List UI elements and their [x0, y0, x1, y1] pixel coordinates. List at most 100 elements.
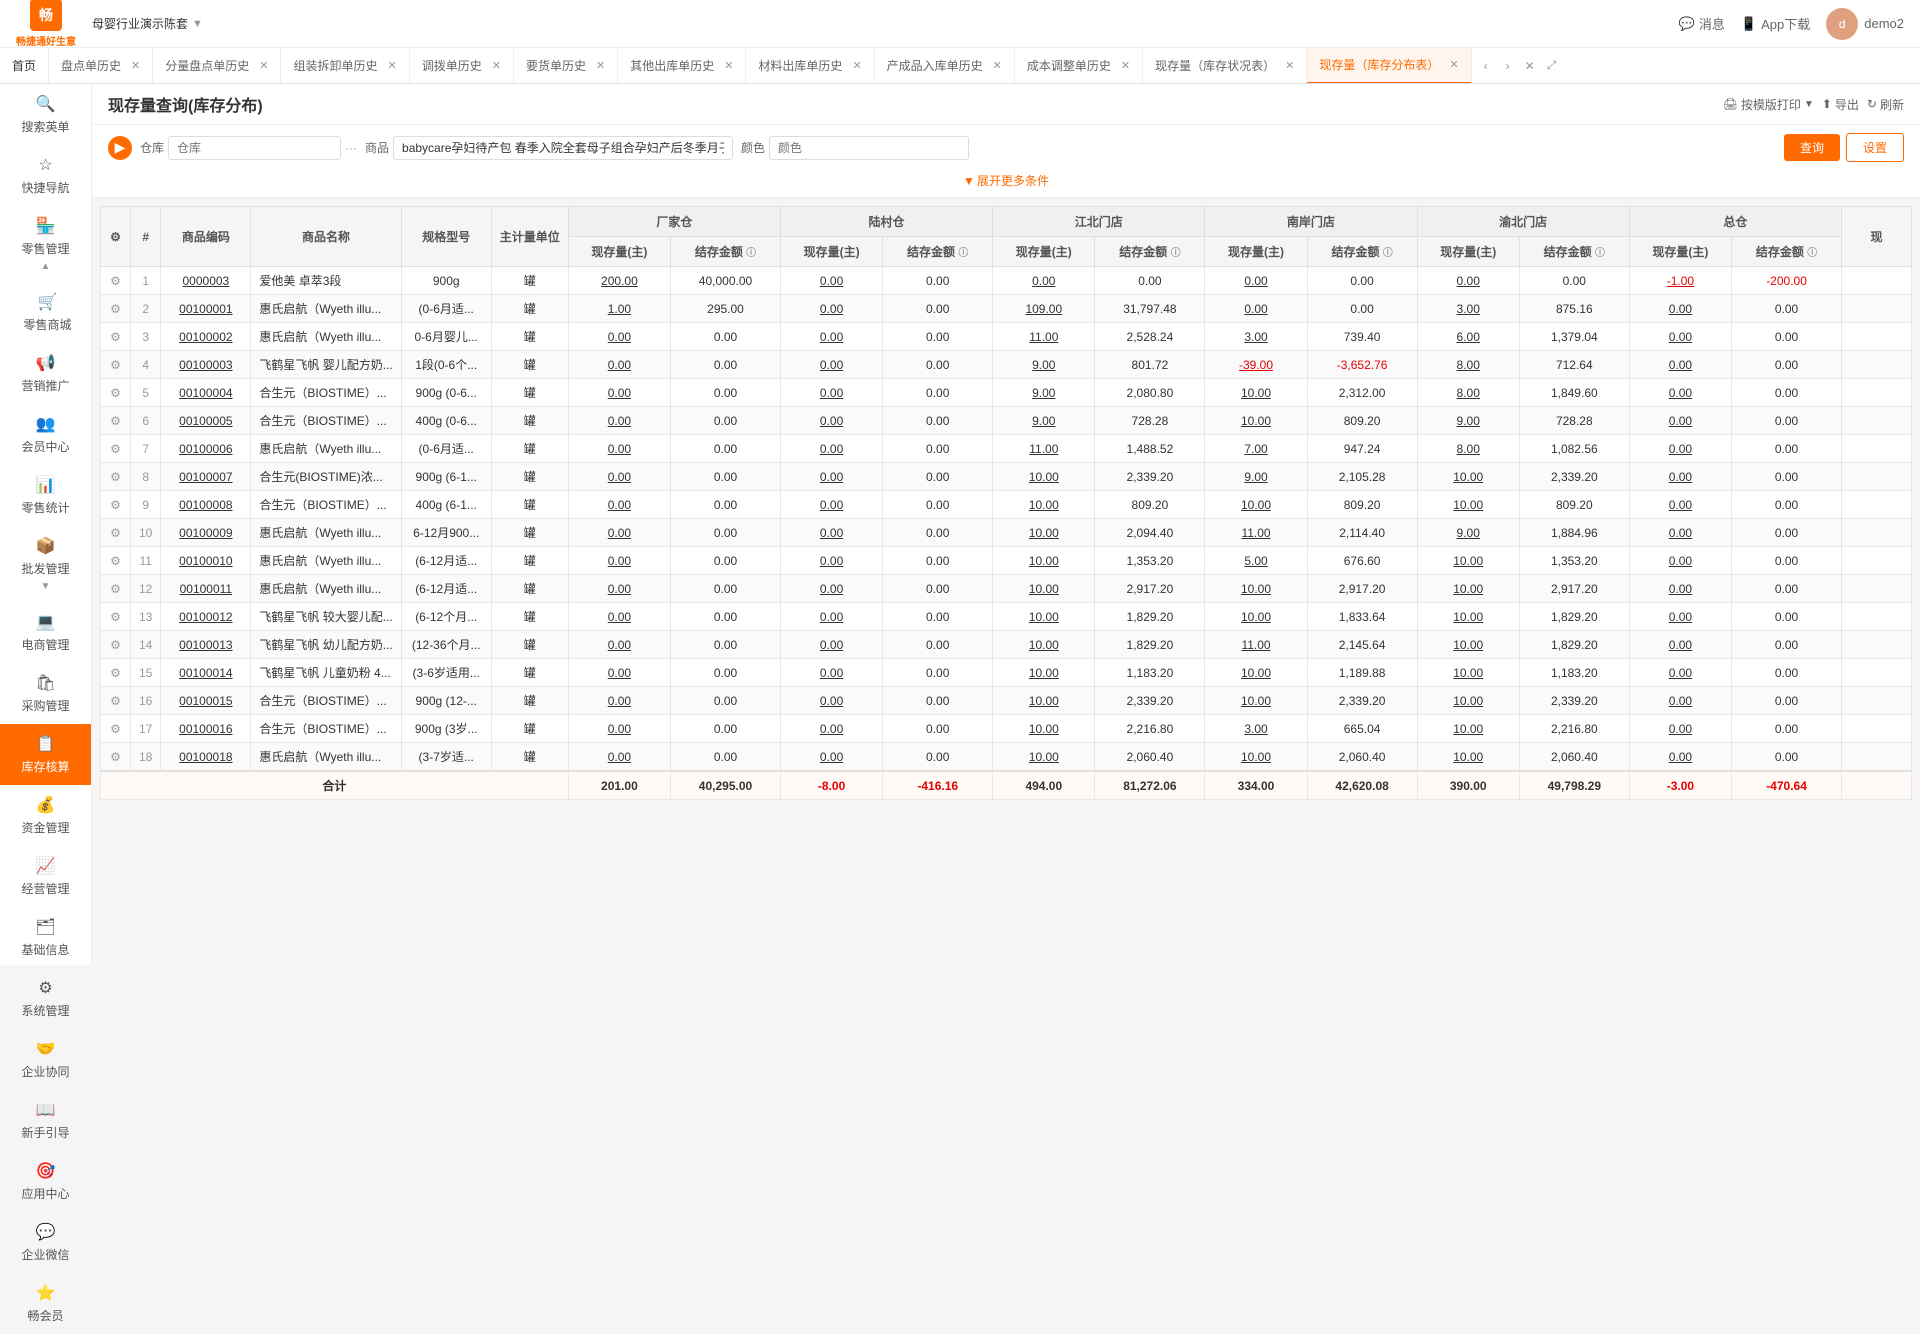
row-yubei-stock[interactable]: 10.00 — [1417, 659, 1519, 687]
close-chengbendan[interactable]: ✕ — [1121, 59, 1130, 72]
row-nangang-stock[interactable]: 10.00 — [1205, 687, 1307, 715]
row-luoshan-stock[interactable]: 0.00 — [780, 435, 882, 463]
row-yubei-stock[interactable]: 6.00 — [1417, 323, 1519, 351]
user-area[interactable]: d demo2 — [1826, 8, 1904, 40]
close-yaohuo[interactable]: ✕ — [596, 59, 605, 72]
row-total-stock[interactable]: 0.00 — [1629, 687, 1731, 715]
row-settings[interactable]: ⚙ — [101, 295, 131, 323]
row-luoshan-stock[interactable]: 0.00 — [780, 351, 882, 379]
row-jiangbei-stock[interactable]: 109.00 — [993, 295, 1095, 323]
row-factory-stock[interactable]: 200.00 — [568, 267, 670, 295]
row-settings[interactable]: ⚙ — [101, 687, 131, 715]
refresh-action[interactable]: ↻ 刷新 — [1867, 96, 1904, 113]
close-zuchaizhejie[interactable]: ✕ — [388, 59, 397, 72]
row-factory-stock[interactable]: 0.00 — [568, 379, 670, 407]
row-jiangbei-stock[interactable]: 9.00 — [993, 351, 1095, 379]
tab-kucunzhuangtai[interactable]: 现存量（库存状况表） ✕ — [1143, 48, 1307, 84]
close-kucunfenbu[interactable]: ✕ — [1449, 58, 1458, 71]
row-total-stock[interactable]: 0.00 — [1629, 491, 1731, 519]
warehouse-dots[interactable]: ··· — [345, 141, 357, 155]
row-settings[interactable]: ⚙ — [101, 435, 131, 463]
row-nangang-stock[interactable]: 0.00 — [1205, 267, 1307, 295]
sidebar-item-changhui[interactable]: ⭐ 畅会员 — [0, 1273, 91, 1334]
row-luoshan-stock[interactable]: 0.00 — [780, 715, 882, 743]
row-factory-stock[interactable]: 0.00 — [568, 407, 670, 435]
row-luoshan-stock[interactable]: 0.00 — [780, 267, 882, 295]
row-total-stock[interactable]: 0.00 — [1629, 631, 1731, 659]
row-settings[interactable]: ⚙ — [101, 267, 131, 295]
row-luoshan-stock[interactable]: 0.00 — [780, 631, 882, 659]
sidebar-item-basic[interactable]: 🗂 基础信息 — [0, 907, 91, 968]
tab-qitachuku[interactable]: 其他出库单历史 ✕ — [618, 48, 746, 84]
row-factory-stock[interactable]: 1.00 — [568, 295, 670, 323]
row-yubei-stock[interactable]: 10.00 — [1417, 687, 1519, 715]
row-settings[interactable]: ⚙ — [101, 631, 131, 659]
row-luoshan-stock[interactable]: 0.00 — [780, 323, 882, 351]
sidebar-item-finance[interactable]: 💰 资金管理 — [0, 785, 91, 846]
tab-kucunfenbu[interactable]: 现存量（库存分布表） ✕ — [1307, 48, 1471, 84]
row-luoshan-stock[interactable]: 0.00 — [780, 407, 882, 435]
row-code[interactable]: 00100007 — [161, 463, 251, 491]
row-jiangbei-stock[interactable]: 10.00 — [993, 463, 1095, 491]
row-yubei-stock[interactable]: 10.00 — [1417, 715, 1519, 743]
nav-close-all[interactable]: ✕ — [1520, 56, 1540, 76]
row-factory-stock[interactable]: 0.00 — [568, 519, 670, 547]
tab-home[interactable]: 首页 — [0, 48, 49, 84]
row-nangang-stock[interactable]: 10.00 — [1205, 379, 1307, 407]
row-nangang-stock[interactable]: 11.00 — [1205, 519, 1307, 547]
sidebar-item-company[interactable]: 🤝 企业协同 — [0, 1029, 91, 1090]
row-nangang-stock[interactable]: 10.00 — [1205, 407, 1307, 435]
row-nangang-stock[interactable]: 5.00 — [1205, 547, 1307, 575]
settings-gear-icon[interactable]: ⚙ — [110, 230, 121, 244]
close-fendiandan[interactable]: ✕ — [259, 59, 268, 72]
row-factory-stock[interactable]: 0.00 — [568, 743, 670, 772]
nav-right-arrow[interactable]: › — [1498, 56, 1518, 76]
row-total-stock[interactable]: 0.00 — [1629, 547, 1731, 575]
row-factory-stock[interactable]: 0.00 — [568, 435, 670, 463]
row-code[interactable]: 00100006 — [161, 435, 251, 463]
row-yubei-stock[interactable]: 10.00 — [1417, 743, 1519, 772]
sidebar-item-shortcut[interactable]: ☆ 快捷导航 — [0, 145, 91, 206]
row-yubei-stock[interactable]: 8.00 — [1417, 435, 1519, 463]
table-area[interactable]: ⚙ # 商品编码 商品名称 规格型号 主计量单位 厂家仓 陆村仓 江北门店 南岸… — [92, 198, 1920, 965]
row-nangang-stock[interactable]: 0.00 — [1205, 295, 1307, 323]
row-total-stock[interactable]: 0.00 — [1629, 575, 1731, 603]
row-factory-stock[interactable]: 0.00 — [568, 631, 670, 659]
category-selector[interactable]: 母婴行业演示陈套 ▼ — [92, 15, 203, 32]
tab-diaobodanlishi[interactable]: 调拨单历史 ✕ — [410, 48, 514, 84]
row-nangang-stock[interactable]: 10.00 — [1205, 659, 1307, 687]
row-total-stock[interactable]: 0.00 — [1629, 743, 1731, 772]
row-nangang-stock[interactable]: 10.00 — [1205, 603, 1307, 631]
row-factory-stock[interactable]: 0.00 — [568, 603, 670, 631]
sidebar-item-wechat-corp[interactable]: 💬 企业微信 — [0, 1212, 91, 1273]
row-settings[interactable]: ⚙ — [101, 519, 131, 547]
row-jiangbei-stock[interactable]: 10.00 — [993, 491, 1095, 519]
row-code[interactable]: 00100015 — [161, 687, 251, 715]
row-yubei-stock[interactable]: 10.00 — [1417, 491, 1519, 519]
row-yubei-stock[interactable]: 0.00 — [1417, 267, 1519, 295]
sidebar-item-inventory[interactable]: 📋 库存核算 — [0, 724, 91, 785]
row-total-stock[interactable]: 0.00 — [1629, 463, 1731, 491]
row-yubei-stock[interactable]: 10.00 — [1417, 603, 1519, 631]
row-code[interactable]: 00100008 — [161, 491, 251, 519]
tab-chengbendan[interactable]: 成本调整单历史 ✕ — [1015, 48, 1143, 84]
row-settings[interactable]: ⚙ — [101, 463, 131, 491]
row-factory-stock[interactable]: 0.00 — [568, 687, 670, 715]
row-settings[interactable]: ⚙ — [101, 743, 131, 772]
row-luoshan-stock[interactable]: 0.00 — [780, 659, 882, 687]
row-code[interactable]: 00100018 — [161, 743, 251, 772]
row-yubei-stock[interactable]: 9.00 — [1417, 407, 1519, 435]
row-total-stock[interactable]: 0.00 — [1629, 435, 1731, 463]
sidebar-item-ecommerce[interactable]: 💻 电商管理 — [0, 602, 91, 663]
row-code[interactable]: 00100002 — [161, 323, 251, 351]
row-jiangbei-stock[interactable]: 11.00 — [993, 435, 1095, 463]
row-yubei-stock[interactable]: 8.00 — [1417, 379, 1519, 407]
row-code[interactable]: 00100004 — [161, 379, 251, 407]
row-settings[interactable]: ⚙ — [101, 575, 131, 603]
tab-chanchengru[interactable]: 产成品入库单历史 ✕ — [875, 48, 1015, 84]
row-jiangbei-stock[interactable]: 9.00 — [993, 379, 1095, 407]
row-factory-stock[interactable]: 0.00 — [568, 715, 670, 743]
row-factory-stock[interactable]: 0.00 — [568, 491, 670, 519]
row-luoshan-stock[interactable]: 0.00 — [780, 603, 882, 631]
row-total-stock[interactable]: 0.00 — [1629, 519, 1731, 547]
